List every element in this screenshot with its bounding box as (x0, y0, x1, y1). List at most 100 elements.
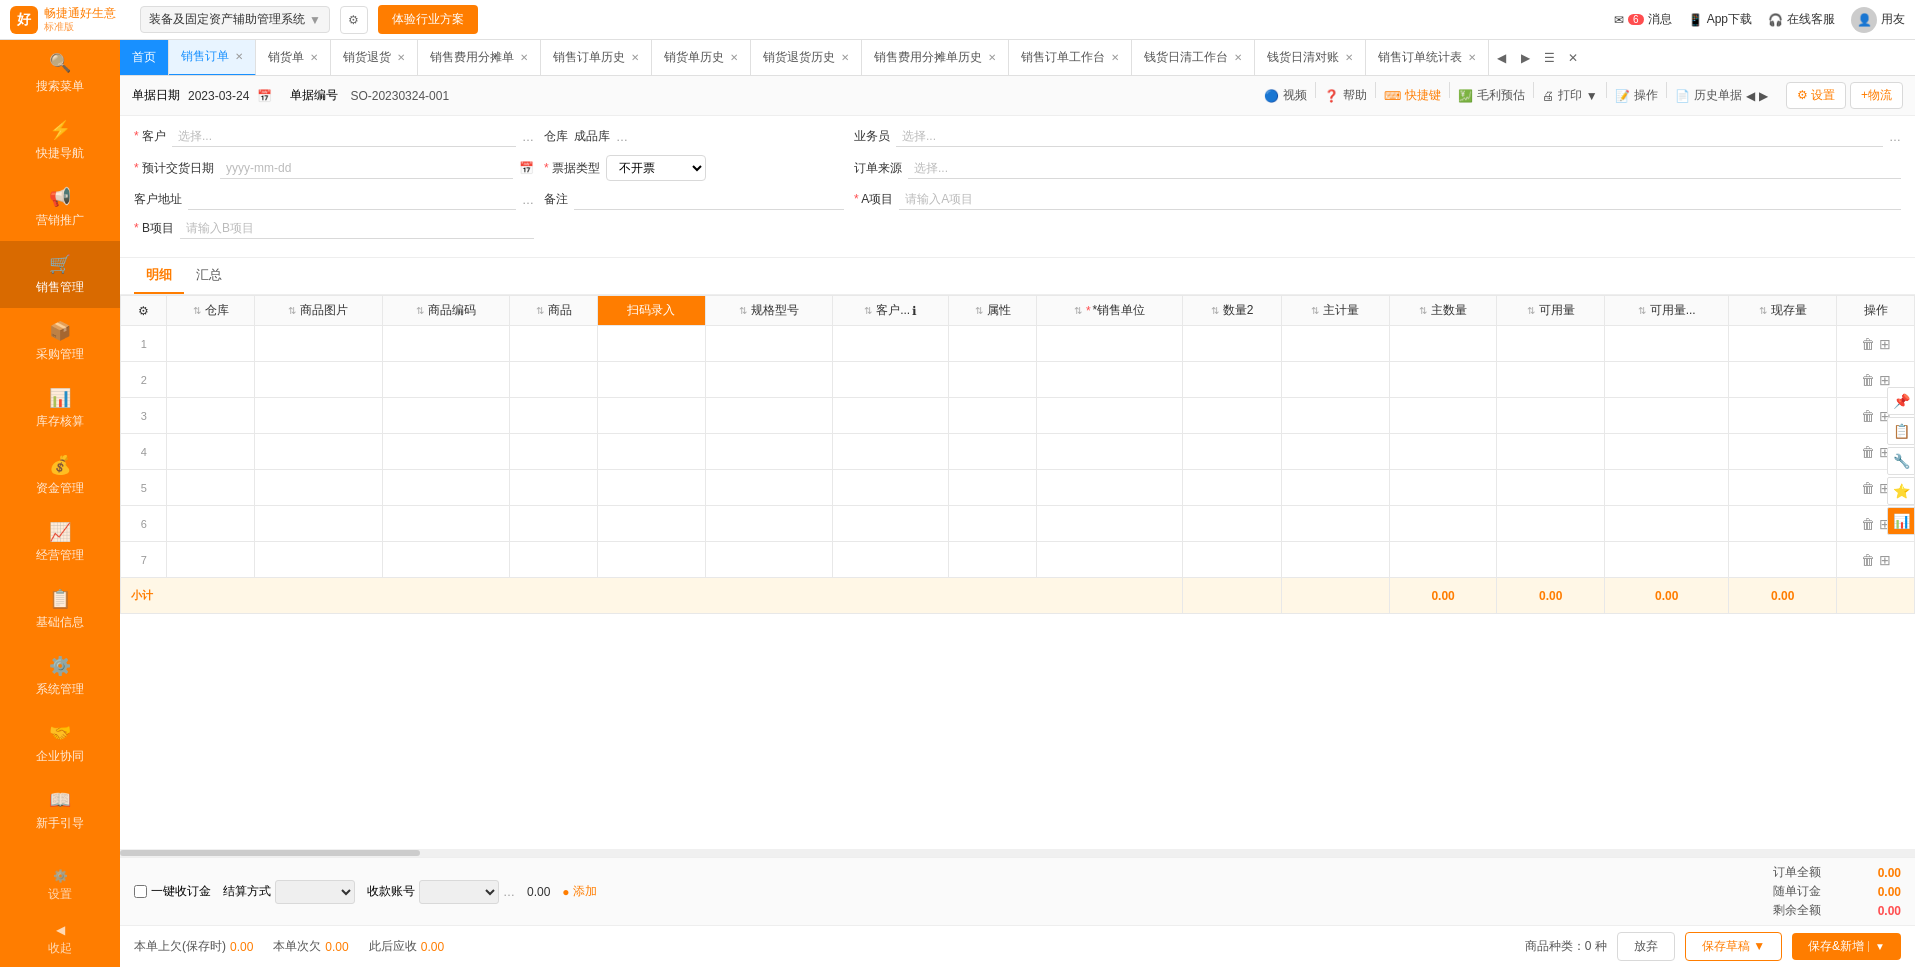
address-input[interactable] (188, 189, 516, 210)
delete-row-btn[interactable]: 🗑 (1861, 372, 1875, 388)
toolbar-gross-profit[interactable]: 💹 毛利预估 (1458, 82, 1525, 109)
tab-close-icon[interactable]: ✕ (310, 52, 318, 63)
sidebar-item-marketing[interactable]: 📢 营销推广 (0, 174, 120, 241)
sidebar-settings-btn[interactable]: ⚙️ 设置 (0, 859, 120, 913)
settlement-select[interactable] (275, 880, 355, 904)
right-panel-btn-1[interactable]: 📌 (1887, 387, 1915, 415)
tab-close-icon[interactable]: ✕ (1468, 52, 1476, 63)
sidebar-item-quick-nav[interactable]: ⚡ 快捷导航 (0, 107, 120, 174)
scrollbar-area[interactable] (120, 849, 1915, 857)
th-scan[interactable]: 扫码录入 (598, 296, 706, 326)
tab-summary[interactable]: 汇总 (184, 258, 234, 294)
quick-payment-checkbox[interactable]: 一键收订金 (134, 883, 211, 900)
th-available2[interactable]: ⇅可用量... (1605, 296, 1729, 326)
sidebar-item-collab[interactable]: 🤝 企业协同 (0, 710, 120, 777)
th-current[interactable]: ⇅现存量 (1729, 296, 1837, 326)
tab-close-icon[interactable]: ✕ (988, 52, 996, 63)
address-more-btn[interactable]: … (522, 193, 534, 207)
right-panel-btn-3[interactable]: 🔧 (1887, 447, 1915, 475)
tab-close-icon[interactable]: ✕ (631, 52, 639, 63)
industry-button[interactable]: 体验行业方案 (378, 5, 478, 34)
copy-row-btn[interactable]: ⊞ (1879, 372, 1891, 388)
note-input[interactable] (574, 189, 844, 210)
logistics-btn[interactable]: +物流 (1850, 82, 1903, 109)
app-download-btn[interactable]: 📱 App下载 (1688, 11, 1752, 28)
save-draft-btn[interactable]: 保存草稿 ▼ (1685, 932, 1782, 961)
sidebar-item-finance[interactable]: 💰 资金管理 (0, 442, 120, 509)
settings-icon-btn[interactable]: ⚙ (340, 6, 368, 34)
right-panel-btn-5[interactable]: 📊 (1887, 507, 1915, 535)
delete-row-btn[interactable]: 🗑 (1861, 444, 1875, 460)
quick-payment-check[interactable] (134, 885, 147, 898)
delete-row-btn[interactable]: 🗑 (1861, 552, 1875, 568)
tab-detail[interactable]: 明细 (134, 258, 184, 294)
th-unit[interactable]: ⇅**销售单位 (1036, 296, 1182, 326)
staff-more-btn[interactable]: … (1889, 130, 1901, 144)
tab-daily-reconcile[interactable]: 钱货日清对账 ✕ (1255, 40, 1366, 76)
tab-sales-return[interactable]: 销货退货 ✕ (331, 40, 418, 76)
user-btn[interactable]: 👤 用友 (1851, 7, 1905, 33)
tab-invoice-history[interactable]: 销货单历史 ✕ (652, 40, 751, 76)
sidebar-item-purchase[interactable]: 📦 采购管理 (0, 308, 120, 375)
delete-row-btn[interactable]: 🗑 (1861, 408, 1875, 424)
receipt-more-btn[interactable]: … (503, 885, 515, 899)
save-draft-dropdown-icon[interactable]: ▼ (1753, 939, 1765, 953)
tab-expense-history[interactable]: 销售费用分摊单历史 ✕ (862, 40, 1009, 76)
calendar2-icon[interactable]: 📅 (519, 161, 534, 175)
tab-order-workbench[interactable]: 销售订单工作台 ✕ (1009, 40, 1132, 76)
sidebar-item-operations[interactable]: 📈 经营管理 (0, 509, 120, 576)
calendar-icon[interactable]: 📅 (257, 89, 272, 103)
tab-close-icon[interactable]: ✕ (1345, 52, 1353, 63)
th-product[interactable]: ⇅商品 (510, 296, 598, 326)
receipt-select[interactable] (419, 880, 499, 904)
history-nav-next[interactable]: ▶ (1759, 89, 1768, 103)
delete-row-btn[interactable]: 🗑 (1861, 516, 1875, 532)
tab-sales-expense[interactable]: 销售费用分摊单 ✕ (418, 40, 541, 76)
history-nav-prev[interactable]: ◀ (1746, 89, 1755, 103)
tab-sales-order[interactable]: 销售订单 ✕ (169, 40, 256, 76)
th-settings[interactable]: ⚙ (121, 296, 167, 326)
print-dropdown-icon[interactable]: ▼ (1586, 89, 1598, 103)
sidebar-collapse-btn[interactable]: ◀ 收起 (0, 913, 120, 967)
save-new-dropdown-icon[interactable]: ▼ (1868, 941, 1885, 952)
th-spec[interactable]: ⇅规格型号 (705, 296, 833, 326)
a-project-input[interactable] (899, 189, 1901, 210)
toolbar-operation[interactable]: 📝 操作 (1615, 82, 1658, 109)
th-image[interactable]: ⇅商品图片 (255, 296, 383, 326)
right-panel-btn-2[interactable]: 📋 (1887, 417, 1915, 445)
sidebar-item-search[interactable]: 🔍 搜索菜单 (0, 40, 120, 107)
tab-close-icon[interactable]: ✕ (397, 52, 405, 63)
tab-menu-btn[interactable]: ☰ (1537, 40, 1561, 76)
sidebar-item-basic[interactable]: 📋 基础信息 (0, 576, 120, 643)
tab-daily-clear[interactable]: 钱货日清工作台 ✕ (1132, 40, 1255, 76)
settings-btn[interactable]: ⚙ 设置 (1786, 82, 1846, 109)
tab-close-icon[interactable]: ✕ (730, 52, 738, 63)
abandon-btn[interactable]: 放弃 (1617, 932, 1675, 961)
table-container[interactable]: ⚙ ⇅仓库 ⇅商品图片 ⇅商品编码 (120, 295, 1915, 849)
tab-close-icon[interactable]: ✕ (235, 51, 243, 62)
delivery-date-input[interactable] (220, 158, 513, 179)
tab-next-btn[interactable]: ▶ (1513, 40, 1537, 76)
customer-more-btn[interactable]: … (522, 130, 534, 144)
tab-order-stats[interactable]: 销售订单统计表 ✕ (1366, 40, 1489, 76)
toolbar-shortcut[interactable]: ⌨ 快捷键 (1384, 82, 1441, 109)
tab-return-history[interactable]: 销货退货历史 ✕ (751, 40, 862, 76)
tab-close-icon[interactable]: ✕ (520, 52, 528, 63)
ticket-type-select[interactable]: 不开票 普通发票 增值税发票 (606, 155, 706, 181)
th-code[interactable]: ⇅商品编码 (382, 296, 510, 326)
copy-row-btn[interactable]: ⊞ (1879, 336, 1891, 352)
right-panel-btn-4[interactable]: ⭐ (1887, 477, 1915, 505)
tab-prev-btn[interactable]: ◀ (1489, 40, 1513, 76)
sidebar-item-inventory[interactable]: 📊 库存核算 (0, 375, 120, 442)
th-customer[interactable]: ⇅客户...ℹ (833, 296, 949, 326)
th-warehouse[interactable]: ⇅仓库 (167, 296, 255, 326)
toolbar-print[interactable]: 🖨 打印 ▼ (1542, 82, 1598, 109)
th-attr[interactable]: ⇅属性 (949, 296, 1037, 326)
b-project-input[interactable] (180, 218, 534, 239)
system-selector[interactable]: 装备及固定资产辅助管理系统 ▼ (140, 6, 330, 33)
sidebar-item-sales[interactable]: 🛒 销售管理 (0, 241, 120, 308)
sidebar-item-system[interactable]: ⚙️ 系统管理 (0, 643, 120, 710)
toolbar-video[interactable]: 🔵 视频 (1264, 82, 1307, 109)
scrollbar-thumb[interactable] (120, 850, 420, 856)
tab-close-icon[interactable]: ✕ (1111, 52, 1119, 63)
